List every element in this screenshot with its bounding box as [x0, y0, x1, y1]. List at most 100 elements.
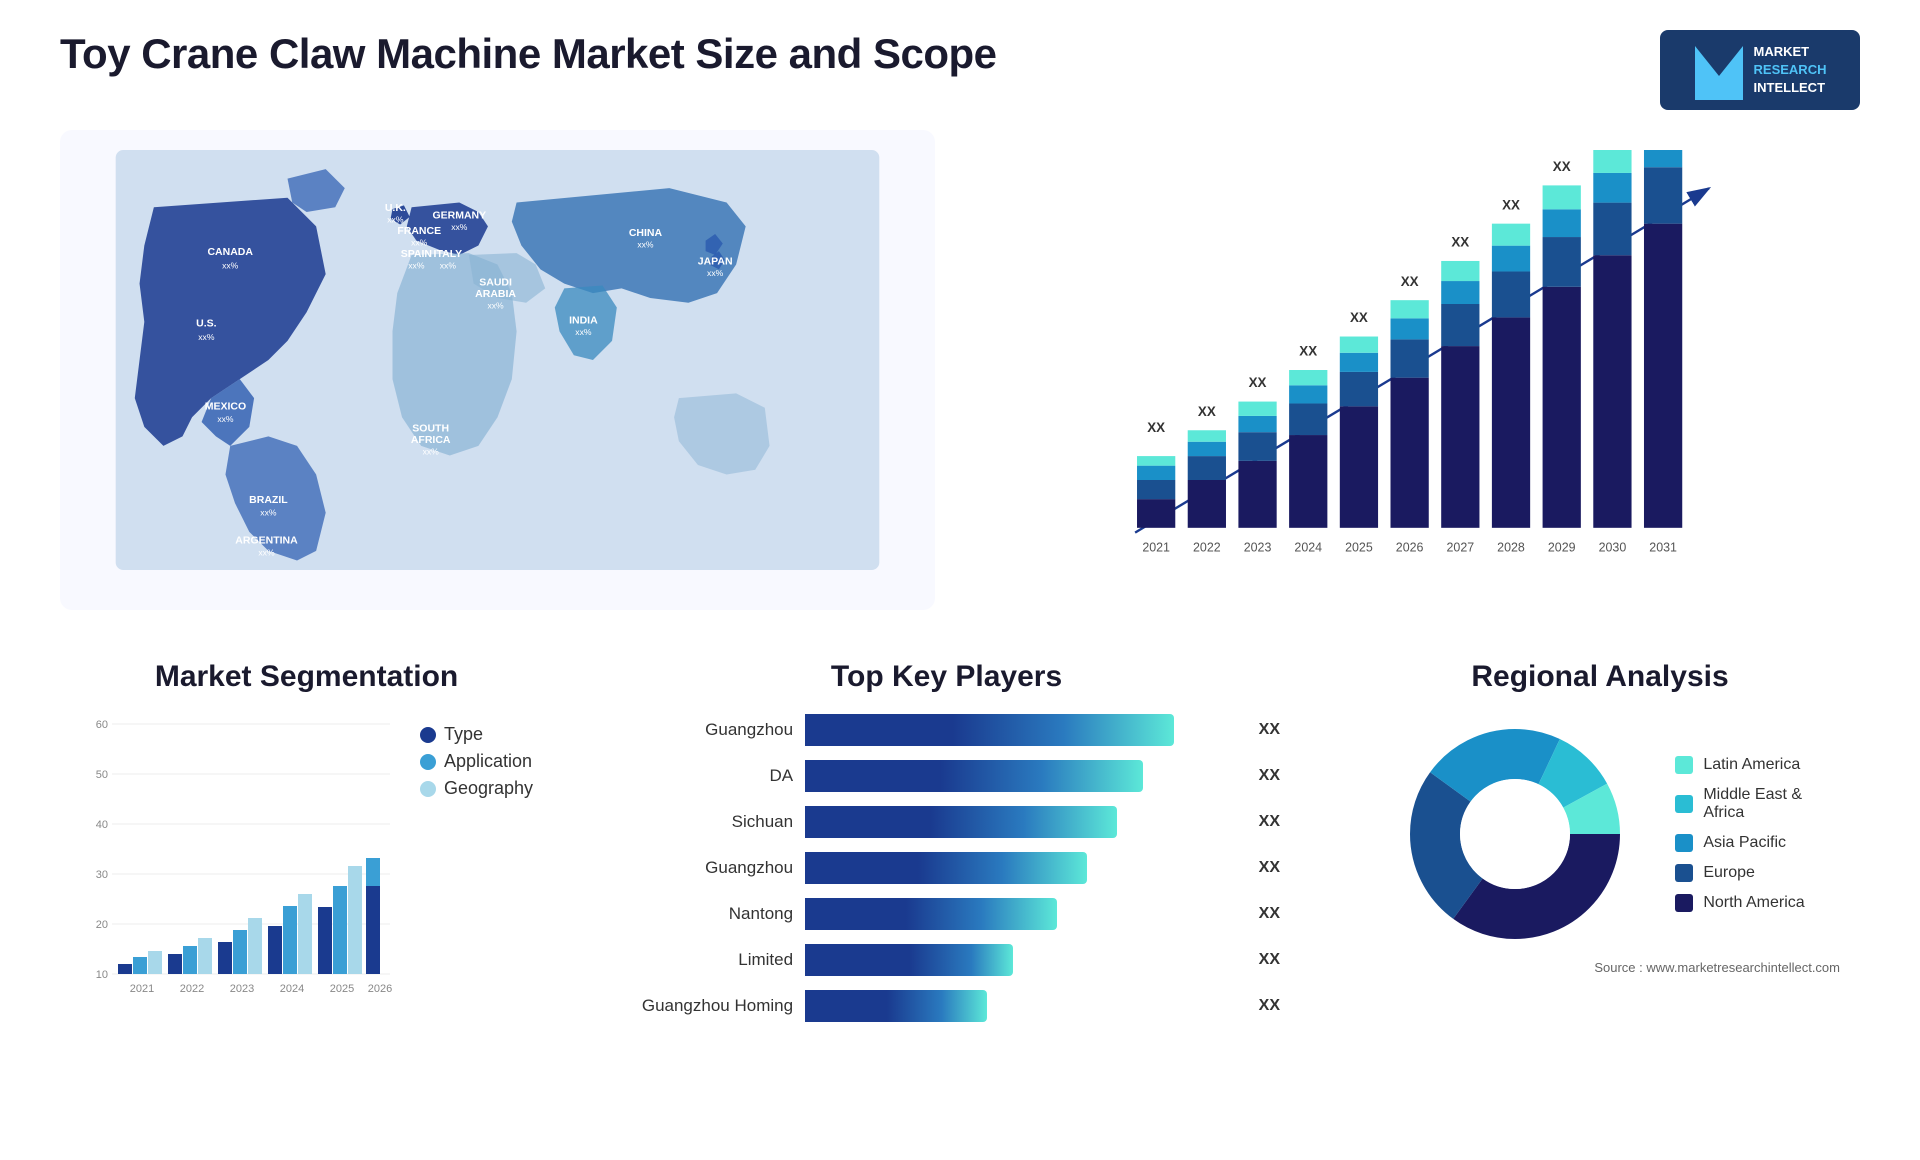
svg-text:2024: 2024 [1294, 541, 1322, 555]
svg-text:XX: XX [1553, 159, 1571, 174]
legend-color-north-america [1675, 894, 1693, 912]
south-africa-label: SOUTH [412, 423, 449, 435]
key-players-section: Top Key Players Guangzhou XX DA XX [593, 650, 1300, 1130]
donut-chart-svg [1395, 714, 1635, 954]
svg-text:2031: 2031 [1649, 541, 1677, 555]
player-row: Limited XX [613, 944, 1280, 976]
svg-text:2027: 2027 [1447, 541, 1475, 555]
germany-label: GERMANY [432, 210, 486, 222]
svg-text:xx%: xx% [408, 260, 425, 270]
svg-text:XX: XX [1401, 274, 1419, 289]
svg-text:xx%: xx% [411, 237, 428, 247]
world-map-svg: CANADA xx% U.S. xx% MEXICO xx% BRAZIL xx… [80, 150, 915, 570]
donut-container: Latin America Middle East &Africa Asia P… [1360, 714, 1840, 954]
player-bar [805, 714, 1174, 746]
japan-label: JAPAN [698, 256, 733, 268]
map-container: CANADA xx% U.S. xx% MEXICO xx% BRAZIL xx… [60, 130, 935, 610]
argentina-label: ARGENTINA [235, 534, 298, 546]
svg-text:50: 50 [96, 769, 108, 781]
player-bar [805, 852, 1087, 884]
player-bar [805, 898, 1056, 930]
bar-chart-container: XX 2021 XX 2022 XX 2023 [975, 130, 1860, 610]
legend-latin-america: Latin America [1675, 756, 1804, 774]
player-row: Sichuan XX [613, 806, 1280, 838]
source-text: Source : www.marketresearchintellect.com [1360, 960, 1840, 975]
players-title: Top Key Players [613, 660, 1280, 694]
svg-text:xx%: xx% [222, 260, 239, 270]
legend-color-asia-pacific [1675, 834, 1693, 852]
page-container: Toy Crane Claw Machine Market Size and S… [0, 0, 1920, 1160]
players-list: Guangzhou XX DA XX Sichuan [613, 714, 1280, 1022]
svg-text:ARABIA: ARABIA [475, 288, 516, 300]
logo-box: MARKET RESEARCH INTELLECT [1660, 30, 1860, 110]
spain-label: SPAIN [401, 248, 432, 260]
saudi-label: SAUDI [479, 277, 512, 289]
player-row: Guangzhou XX [613, 852, 1280, 884]
svg-text:xx%: xx% [217, 414, 234, 424]
svg-text:xx%: xx% [387, 215, 404, 225]
svg-text:xx%: xx% [575, 327, 592, 337]
svg-text:xx%: xx% [707, 268, 724, 278]
legend-dot-geography [420, 781, 436, 797]
svg-text:20: 20 [96, 919, 108, 931]
svg-text:xx%: xx% [487, 300, 504, 310]
svg-text:2022: 2022 [1193, 541, 1221, 555]
donut-legend: Latin America Middle East &Africa Asia P… [1675, 756, 1804, 912]
us-label: U.S. [196, 318, 217, 330]
canada-label: CANADA [207, 246, 253, 258]
italy-label: ITALY [434, 248, 463, 260]
player-bar-wrap [805, 990, 1239, 1022]
svg-text:XX: XX [1249, 375, 1267, 390]
logo-text: MARKET RESEARCH INTELLECT [1754, 43, 1827, 98]
player-bar [805, 990, 987, 1022]
player-row: DA XX [613, 760, 1280, 792]
india-label: INDIA [569, 315, 598, 327]
player-bar-wrap [805, 944, 1239, 976]
player-bar-wrap [805, 898, 1239, 930]
legend-color-europe [1675, 864, 1693, 882]
svg-text:2026: 2026 [1396, 541, 1424, 555]
brazil-label: BRAZIL [249, 494, 288, 506]
player-row: Nantong XX [613, 898, 1280, 930]
logo-area: MARKET RESEARCH INTELLECT [1660, 30, 1860, 110]
svg-text:2028: 2028 [1497, 541, 1525, 555]
svg-text:xx%: xx% [451, 222, 468, 232]
header: Toy Crane Claw Machine Market Size and S… [60, 30, 1860, 110]
svg-text:xx%: xx% [198, 332, 215, 342]
legend-application: Application [420, 751, 533, 772]
svg-text:2023: 2023 [230, 983, 254, 995]
regional-section: Regional Analysis [1340, 650, 1860, 1130]
legend-color-middle-east [1675, 795, 1693, 813]
china-label: CHINA [629, 227, 663, 239]
svg-text:2021: 2021 [130, 983, 154, 995]
segmentation-title: Market Segmentation [80, 660, 533, 694]
seg-legend: Type Application Geography [420, 724, 533, 805]
logo-m-icon [1694, 40, 1744, 100]
svg-text:XX: XX [1451, 235, 1469, 250]
player-bar-wrap [805, 760, 1239, 792]
legend-geography: Geography [420, 778, 533, 799]
uk-label: U.K. [385, 202, 406, 214]
legend-dot-type [420, 727, 436, 743]
svg-text:2029: 2029 [1548, 541, 1576, 555]
svg-text:xx%: xx% [423, 447, 440, 457]
svg-text:AFRICA: AFRICA [411, 434, 451, 446]
legend-asia-pacific: Asia Pacific [1675, 834, 1804, 852]
player-row: Guangzhou Homing XX [613, 990, 1280, 1022]
svg-text:xx%: xx% [258, 548, 275, 558]
svg-text:XX: XX [1350, 310, 1368, 325]
legend-dot-application [420, 754, 436, 770]
page-title: Toy Crane Claw Machine Market Size and S… [60, 30, 997, 78]
svg-text:60: 60 [96, 719, 108, 731]
regional-title: Regional Analysis [1360, 660, 1840, 694]
svg-text:xx%: xx% [440, 260, 457, 270]
player-bar [805, 944, 1013, 976]
player-bar [805, 806, 1117, 838]
svg-text:XX: XX [1198, 404, 1216, 419]
legend-color-latin-america [1675, 756, 1693, 774]
svg-text:2023: 2023 [1244, 541, 1272, 555]
svg-text:2025: 2025 [1345, 541, 1373, 555]
svg-text:2021: 2021 [1142, 541, 1170, 555]
svg-text:xx%: xx% [260, 508, 277, 518]
legend-europe: Europe [1675, 864, 1804, 882]
